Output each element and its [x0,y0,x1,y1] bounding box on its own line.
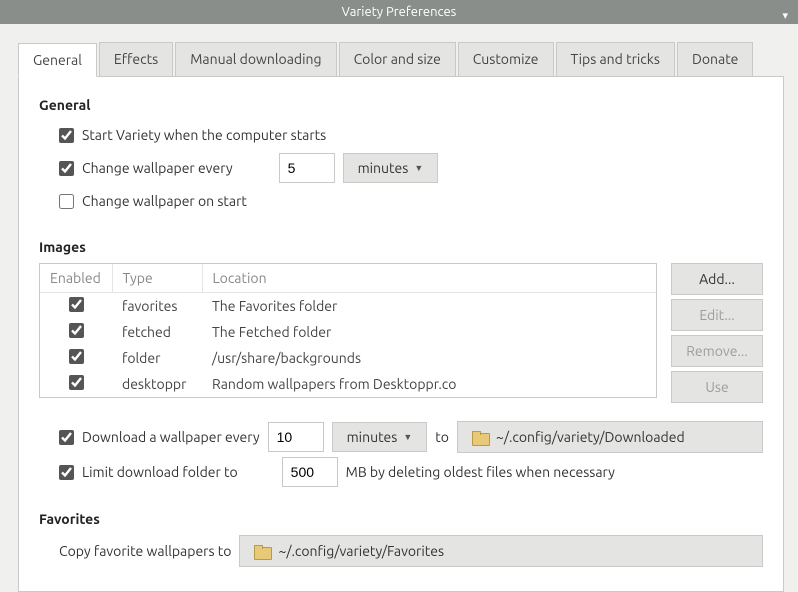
col-location[interactable]: Location [202,264,656,293]
tab-donate[interactable]: Donate [677,42,753,76]
label-download-every: Download a wallpaper every [82,429,260,445]
checkbox-limit-folder[interactable] [59,465,74,480]
row-favorites-copy: Copy favorite wallpapers to ~/.config/va… [59,535,763,567]
chevron-down-icon: ▼ [414,163,423,173]
tab-bar: General Effects Manual downloading Color… [18,42,784,77]
checkbox-source[interactable] [69,349,84,364]
label-copy-favorites: Copy favorite wallpapers to [59,543,231,559]
tab-effects[interactable]: Effects [99,42,173,76]
row-start-on-boot: Start Variety when the computer starts [59,121,763,149]
images-area: Enabled Type Location favorites The Favo… [39,263,763,403]
table-row[interactable]: fetched The Fetched folder [40,319,656,345]
chevron-down-icon: ▼ [403,432,412,442]
section-images-title: Images [39,239,763,255]
download-folder-button[interactable]: ~/.config/variety/Downloaded [457,421,763,453]
col-type[interactable]: Type [112,264,202,293]
label-change-on-start: Change wallpaper on start [82,193,247,209]
window-title: Variety Preferences [342,5,457,19]
use-button[interactable]: Use [671,371,763,403]
row-download-every: Download a wallpaper every minutes ▼ to … [59,421,763,453]
tab-color-size[interactable]: Color and size [339,42,456,76]
content: General Effects Manual downloading Color… [0,24,798,592]
input-limit-mb[interactable] [282,457,338,487]
label-limit-suffix: MB by deleting oldest files when necessa… [346,464,615,480]
checkbox-change-every[interactable] [59,161,74,176]
row-change-every: Change wallpaper every minutes ▼ [59,153,763,183]
checkbox-start-on-boot[interactable] [59,128,74,143]
favorites-folder-button[interactable]: ~/.config/variety/Favorites [239,535,763,567]
titlebar: Variety Preferences ▾ [0,0,798,24]
table-header-row: Enabled Type Location [40,264,656,293]
section-favorites-title: Favorites [39,511,763,527]
folder-icon [254,545,270,558]
label-change-every: Change wallpaper every [82,160,233,176]
table-row[interactable]: favorites The Favorites folder [40,293,656,320]
checkbox-source[interactable] [69,297,84,312]
checkbox-source[interactable] [69,323,84,338]
remove-button[interactable]: Remove... [671,335,763,367]
input-change-interval[interactable] [279,153,335,183]
dropdown-download-unit[interactable]: minutes ▼ [332,422,428,452]
tab-manual-downloading[interactable]: Manual downloading [175,42,336,76]
checkbox-download-every[interactable] [59,430,74,445]
label-limit-folder: Limit download folder to [82,464,238,480]
folder-icon [472,431,488,444]
checkbox-change-on-start[interactable] [59,194,74,209]
tab-general[interactable]: General [18,43,97,77]
images-table: Enabled Type Location favorites The Favo… [39,263,657,398]
row-limit-folder: Limit download folder to MB by deleting … [59,457,763,487]
images-side-buttons: Add... Edit... Remove... Use [671,263,763,403]
label-start-on-boot: Start Variety when the computer starts [82,127,326,143]
table-row[interactable]: folder /usr/share/backgrounds [40,345,656,371]
tab-tips-tricks[interactable]: Tips and tricks [556,42,675,76]
checkbox-source[interactable] [69,375,84,390]
edit-button[interactable]: Edit... [671,299,763,331]
label-to: to [435,429,449,445]
chevron-down-icon[interactable]: ▾ [782,4,788,28]
dropdown-change-unit[interactable]: minutes ▼ [343,153,439,183]
add-button[interactable]: Add... [671,263,763,295]
col-enabled[interactable]: Enabled [40,264,112,293]
panel-general: General Start Variety when the computer … [18,77,784,592]
tab-customize[interactable]: Customize [458,42,554,76]
table-row[interactable]: desktoppr Random wallpapers from Desktop… [40,371,656,397]
input-download-interval[interactable] [268,422,324,452]
row-change-on-start: Change wallpaper on start [59,187,763,215]
section-general-title: General [39,97,763,113]
